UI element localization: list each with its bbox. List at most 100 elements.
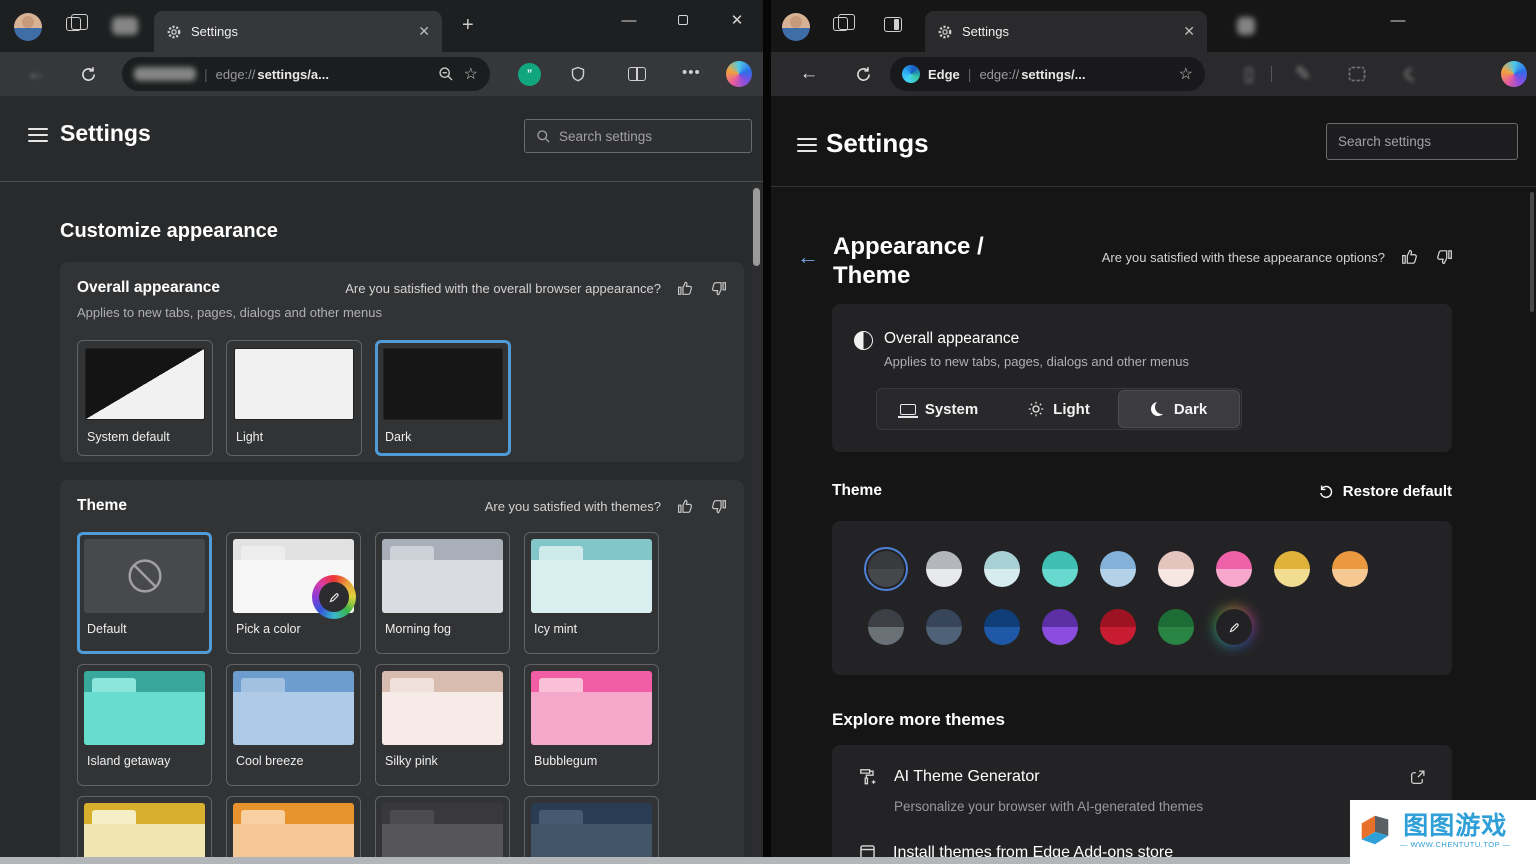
thumbs-down-icon[interactable]	[710, 498, 727, 515]
theme-card-label: Morning fog	[382, 613, 503, 636]
minimize-button[interactable]: —	[1377, 0, 1419, 40]
restore-default-button[interactable]: Restore default	[1318, 483, 1452, 500]
new-tab-button[interactable]: +	[462, 14, 474, 37]
split-screen-icon[interactable]	[628, 67, 646, 81]
theme-color-swatch[interactable]	[1096, 605, 1140, 649]
theme-color-swatch[interactable]	[980, 605, 1024, 649]
theme-color-swatch[interactable]	[1038, 547, 1082, 591]
mode-system[interactable]: System	[879, 391, 999, 427]
ai-theme-generator-row[interactable]: AI Theme Generator	[832, 767, 1452, 787]
minimize-button[interactable]: —	[608, 0, 650, 40]
theme-preview	[382, 539, 503, 613]
search-settings-input[interactable]: Search settings	[524, 119, 752, 153]
screenshot-icon[interactable]	[1345, 62, 1369, 86]
theme-card-unnamed[interactable]	[524, 796, 659, 864]
card-title: Theme	[77, 497, 127, 515]
blurred-pen-icon[interactable]: ✎	[1291, 62, 1315, 86]
card-subtitle: Applies to new tabs, pages, dialogs and …	[884, 354, 1189, 369]
page-title: Settings	[60, 120, 151, 147]
thumbs-up-icon[interactable]	[677, 498, 694, 515]
theme-card-unnamed[interactable]	[375, 796, 510, 864]
tab-groups-icon[interactable]	[833, 17, 848, 31]
option-dark[interactable]: Dark	[375, 340, 511, 456]
theme-color-swatch[interactable]	[1270, 547, 1314, 591]
theme-card-default[interactable]: Default	[77, 532, 212, 654]
theme-color-swatch[interactable]	[1154, 547, 1198, 591]
card-subtitle: Applies to new tabs, pages, dialogs and …	[60, 297, 744, 320]
mode-light[interactable]: Light	[999, 391, 1119, 427]
favorite-star-icon[interactable]: ☆	[464, 64, 478, 84]
theme-color-swatch[interactable]	[922, 547, 966, 591]
workspaces-icon[interactable]	[884, 17, 902, 32]
thumbs-up-icon[interactable]	[1401, 248, 1419, 266]
address-bar[interactable]: | edge://settings/a... ☆	[122, 57, 490, 91]
tab-settings[interactable]: Settings ✕	[925, 11, 1207, 52]
maximize-button[interactable]	[662, 0, 704, 40]
section-heading: Customize appearance	[60, 220, 278, 243]
tab-close-icon[interactable]: ✕	[418, 23, 430, 40]
theme-card-cool-breeze[interactable]: Cool breeze	[226, 664, 361, 786]
theme-color-swatch[interactable]	[1154, 605, 1198, 649]
zoom-out-icon[interactable]	[438, 66, 454, 82]
scrollbar[interactable]	[752, 184, 761, 864]
theme-card-island-getaway[interactable]: Island getaway	[77, 664, 212, 786]
scrollbar-thumb[interactable]	[753, 188, 760, 266]
blurred-icon[interactable]	[112, 17, 138, 35]
extension-badge-icon[interactable]: ”	[518, 63, 541, 86]
tab-strip: Settings ✕ + — ✕	[0, 0, 763, 52]
sun-icon	[1028, 401, 1044, 417]
close-button[interactable]: ✕	[716, 0, 758, 40]
copilot-icon[interactable]	[1501, 61, 1527, 87]
blurred-icon[interactable]	[1237, 17, 1255, 35]
theme-color-swatch[interactable]	[864, 547, 908, 591]
more-menu-icon[interactable]: •••	[682, 64, 701, 81]
back-icon[interactable]: ←	[24, 62, 48, 86]
menu-icon[interactable]	[797, 138, 817, 152]
tab-close-icon[interactable]: ✕	[1183, 23, 1195, 40]
theme-card-bubblegum[interactable]: Bubblegum	[524, 664, 659, 786]
back-icon[interactable]: ←	[797, 62, 821, 86]
theme-card-pick-a-color[interactable]: Pick a color	[226, 532, 361, 654]
copilot-icon[interactable]	[726, 61, 752, 87]
thumbs-down-icon[interactable]	[1435, 248, 1453, 266]
refresh-icon[interactable]	[76, 62, 100, 86]
settings-back-icon[interactable]: ←	[797, 244, 819, 270]
theme-preview	[382, 803, 503, 864]
theme-card-unnamed[interactable]	[77, 796, 212, 864]
theme-preview	[531, 671, 652, 745]
ai-theme-subtitle: Personalize your browser with AI-generat…	[894, 799, 1203, 814]
blurred-toolbar-icon[interactable]: ▯	[1237, 62, 1261, 86]
favorite-star-icon[interactable]: ☆	[1179, 64, 1193, 84]
theme-card-icy-mint[interactable]: Icy mint	[524, 532, 659, 654]
maximize-icon	[678, 15, 688, 25]
theme-color-swatch[interactable]	[980, 547, 1024, 591]
refresh-icon[interactable]	[851, 62, 875, 86]
theme-color-swatch[interactable]	[1038, 605, 1082, 649]
theme-color-swatch[interactable]	[864, 605, 908, 649]
address-bar[interactable]: Edge | edge://settings/... ☆	[890, 57, 1205, 91]
thumbs-down-icon[interactable]	[710, 280, 727, 297]
blurred-s-icon[interactable]: ς	[1397, 62, 1421, 86]
tab-groups-icon[interactable]	[66, 17, 81, 31]
theme-color-swatch[interactable]	[1328, 547, 1372, 591]
option-system-default[interactable]: System default	[77, 340, 213, 456]
shield-extension-icon[interactable]	[566, 62, 590, 86]
external-link-icon[interactable]	[1409, 769, 1426, 786]
custom-color-dropper-icon[interactable]	[1212, 605, 1256, 649]
profile-avatar[interactable]	[782, 13, 810, 41]
search-settings-input[interactable]: Search settings	[1326, 123, 1518, 160]
mode-dark[interactable]: Dark	[1119, 391, 1239, 427]
thumbs-up-icon[interactable]	[677, 280, 694, 297]
theme-color-swatch[interactable]	[922, 605, 966, 649]
scrollbar-thumb[interactable]	[1530, 192, 1534, 312]
profile-avatar[interactable]	[14, 13, 42, 41]
theme-card-morning-fog[interactable]: Morning fog	[375, 532, 510, 654]
theme-card-silky-pink[interactable]: Silky pink	[375, 664, 510, 786]
menu-icon[interactable]	[28, 128, 48, 142]
theme-color-swatch[interactable]	[1212, 547, 1256, 591]
option-light[interactable]: Light	[226, 340, 362, 456]
theme-color-swatch[interactable]	[1096, 547, 1140, 591]
theme-card-unnamed[interactable]	[226, 796, 361, 864]
taskbar-edge	[0, 857, 1536, 864]
tab-settings[interactable]: Settings ✕	[154, 11, 442, 52]
